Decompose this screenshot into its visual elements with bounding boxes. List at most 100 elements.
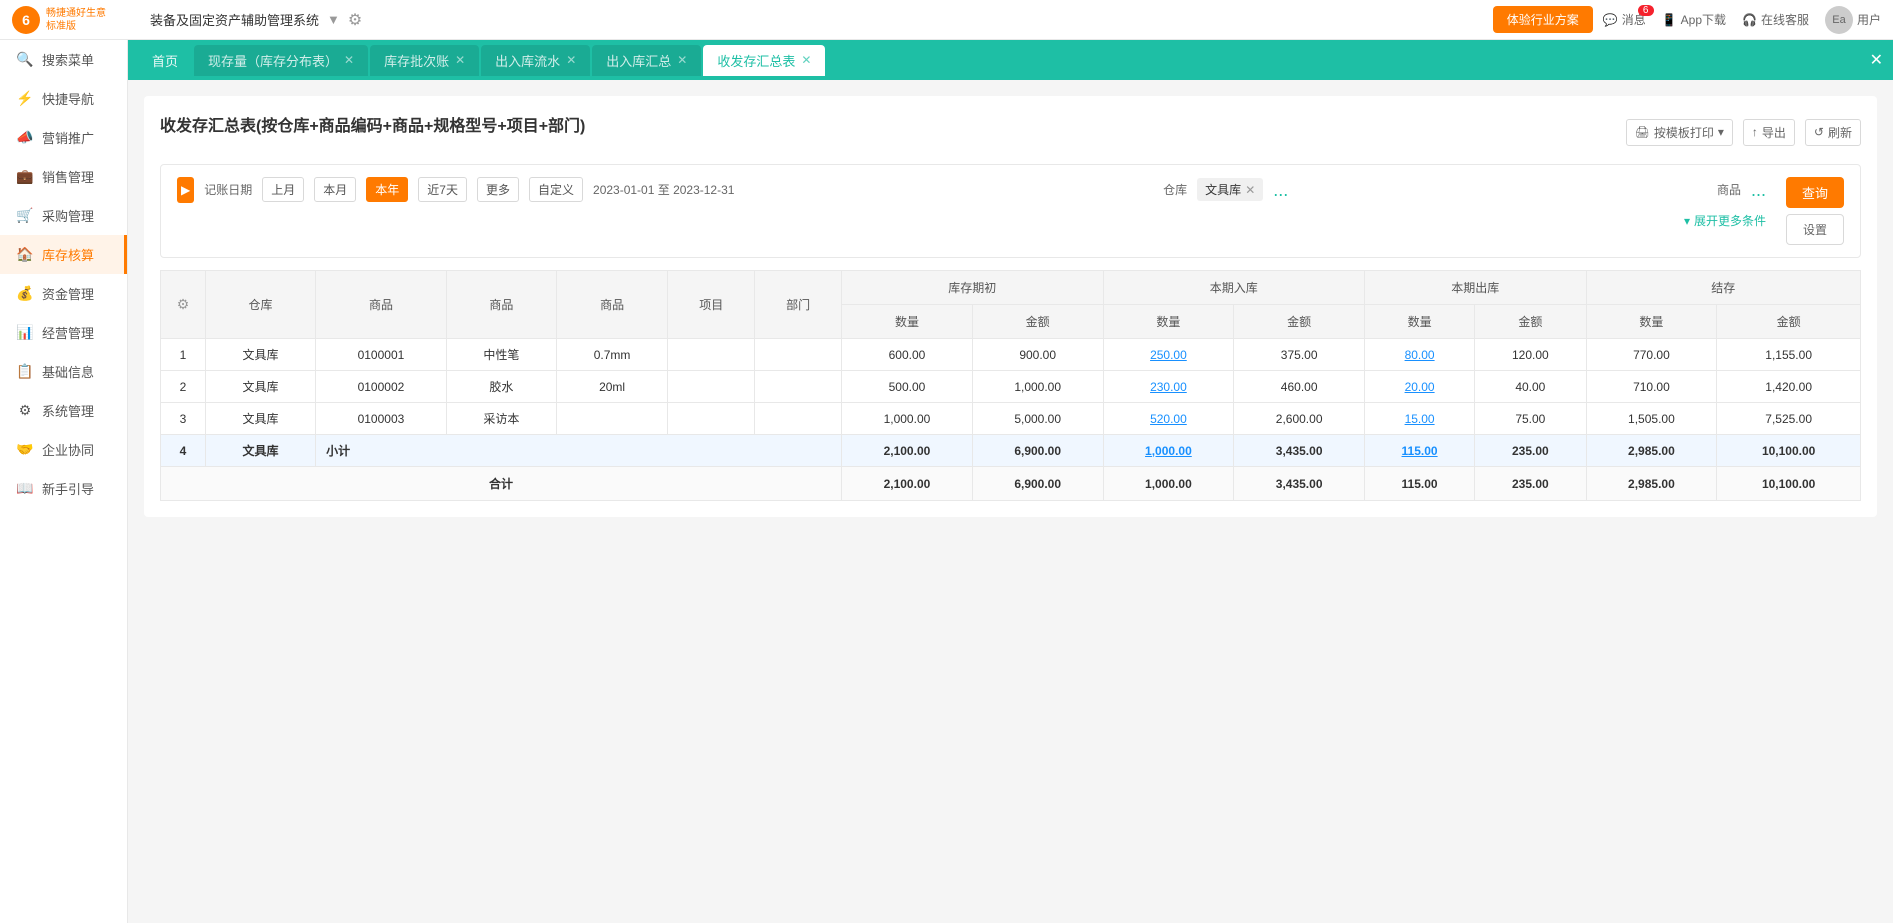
export-icon: ↑ [1752,125,1758,139]
table-row: 2 文具库 0100002 胶水 20ml 500.00 1,000.00 23… [161,371,1861,403]
sidebar-item-search[interactable]: 🔍搜索菜单 [0,40,127,79]
tab-flow[interactable]: 出入库流水 ✕ [481,45,590,76]
table-settings-gear[interactable]: ⚙ [171,293,195,317]
tab-close-summary[interactable]: ✕ [677,53,687,67]
system-title-text: 装备及固定资产辅助管理系统 [150,10,319,29]
query-btn[interactable]: 查询 [1786,177,1844,208]
tab-close-flow[interactable]: ✕ [566,53,576,67]
sidebar-item-sales[interactable]: 💼销售管理 [0,157,127,196]
date-btn-last-month[interactable]: 上月 [262,177,304,202]
expand-btn[interactable]: ▾ 展开更多条件 [1684,212,1766,229]
row-out-qty[interactable]: 20.00 [1365,371,1475,403]
avatar: Ea [1825,6,1853,34]
dropdown-icon[interactable]: ▼ [327,12,340,27]
date-range: 2023-01-01 至 2023-12-31 [593,181,734,198]
sidebar-item-quick[interactable]: ⚡快捷导航 [0,79,127,118]
user-item[interactable]: Ea 用户 [1825,6,1881,34]
print-btn[interactable]: 🖨 按模板打印 ▾ [1626,119,1733,146]
th-bal-amt: 金额 [1717,305,1861,339]
row-bal-amt: 7,525.00 [1717,403,1861,435]
sidebar-item-inventory[interactable]: 🏠库存核算 [0,235,127,274]
tab-close-receive-send[interactable]: ✕ [801,53,811,67]
page-content: 收发存汇总表(按仓库+商品编码+商品+规格型号+项目+部门) 🖨 按模板打印 ▾… [128,80,1893,923]
tab-summary[interactable]: 出入库汇总 ✕ [592,45,701,76]
row-project [668,371,755,403]
sub-label: 小计 [316,435,842,467]
row-warehouse: 文具库 [206,403,316,435]
warehouse-label: 仓库 [1163,181,1187,198]
tab-stock-dist[interactable]: 现存量（库存分布表） ✕ [194,45,368,76]
date-btn-custom[interactable]: 自定义 [529,177,583,202]
sub-in-qty[interactable]: 1,000.00 [1103,435,1234,467]
sidebar-item-finance[interactable]: 💰资金管理 [0,274,127,313]
sidebar-item-marketing[interactable]: 📣营销推广 [0,118,127,157]
tab-receive-send[interactable]: 收发存汇总表 ✕ [703,45,825,76]
sidebar-label-search: 搜索菜单 [42,50,94,69]
tab-close-batch[interactable]: ✕ [455,53,465,67]
row-out-amt: 40.00 [1475,371,1586,403]
online-service-item[interactable]: 🎧 在线客服 [1742,11,1809,28]
system-title: 装备及固定资产辅助管理系统 ▼ ⚙ [150,10,1483,30]
row-in-qty[interactable]: 520.00 [1103,403,1234,435]
enterprise-icon: 🤝 [16,441,34,458]
th-out-amt: 金额 [1475,305,1586,339]
row-open-qty: 1,000.00 [842,403,973,435]
message-icon-item[interactable]: 💬 消息 6 [1603,11,1646,28]
row-in-qty[interactable]: 250.00 [1103,339,1234,371]
date-btn-more[interactable]: 更多 [477,177,519,202]
goods-label: 商品 [1717,181,1741,198]
th-out-qty: 数量 [1365,305,1475,339]
row-no: 1 [161,339,206,371]
settings-icon[interactable]: ⚙ [348,10,362,30]
sidebar-label-newbie: 新手引导 [42,479,94,498]
settings-btn[interactable]: 设置 [1786,214,1844,245]
export-btn[interactable]: ↑ 导出 [1743,119,1795,146]
row-out-qty[interactable]: 80.00 [1365,339,1475,371]
date-btn-this-year[interactable]: 本年 [366,177,408,202]
sidebar: 🔍搜索菜单⚡快捷导航📣营销推广💼销售管理🛒采购管理🏠库存核算💰资金管理📊经营管理… [0,40,128,923]
app-download-item[interactable]: 📱 App下载 [1662,11,1726,28]
th-in-amt: 金额 [1234,305,1365,339]
date-btn-this-month[interactable]: 本月 [314,177,356,202]
date-btn-7days[interactable]: 近7天 [418,177,467,202]
goods-more[interactable]: ... [1751,181,1766,199]
sidebar-label-finance: 资金管理 [42,284,94,303]
sub-out-amt: 235.00 [1475,435,1586,467]
sidebar-label-sales: 销售管理 [42,167,94,186]
tab-home[interactable]: 首页 [138,45,192,76]
warehouse-more[interactable]: ... [1273,181,1288,199]
filter-row-date: 记账日期 上月 本月 本年 近7天 更多 自定义 2023-01-01 至 20… [204,177,1766,202]
sub-bal-amt: 10,100.00 [1717,435,1861,467]
sidebar-item-enterprise[interactable]: 🤝企业协同 [0,430,127,469]
row-department [755,371,842,403]
footer-out-amt: 235.00 [1475,467,1586,501]
row-out-amt: 75.00 [1475,403,1586,435]
table-row: 1 文具库 0100001 中性笔 0.7mm 600.00 900.00 25… [161,339,1861,371]
row-goods-spec: 20ml [556,371,667,403]
sidebar-item-newbie[interactable]: 📖新手引导 [0,469,127,508]
refresh-btn[interactable]: ↺ 刷新 [1805,119,1861,146]
footer-bal-qty: 2,985.00 [1586,467,1717,501]
sidebar-item-basic[interactable]: 📋基础信息 [0,352,127,391]
tab-batch[interactable]: 库存批次账 ✕ [370,45,479,76]
row-in-qty[interactable]: 230.00 [1103,371,1234,403]
subtotal-row: 4 文具库 小计 2,100.00 6,900.00 1,000.00 3,43… [161,435,1861,467]
sidebar-item-system[interactable]: ⚙系统管理 [0,391,127,430]
row-bal-amt: 1,420.00 [1717,371,1861,403]
page-title: 收发存汇总表(按仓库+商品编码+商品+规格型号+项目+部门) [160,112,585,136]
sub-out-qty[interactable]: 115.00 [1365,435,1475,467]
th-bal-qty: 数量 [1586,305,1717,339]
row-out-qty[interactable]: 15.00 [1365,403,1475,435]
headset-icon: 🎧 [1742,13,1757,27]
trial-btn[interactable]: 体验行业方案 [1493,6,1593,33]
warehouse-tag-close[interactable]: ✕ [1245,183,1255,197]
sidebar-item-purchase[interactable]: 🛒采购管理 [0,196,127,235]
tab-close-stock-dist[interactable]: ✕ [344,53,354,67]
filter-toggle-btn[interactable]: ▶ [177,177,194,203]
print-dropdown-icon: ▾ [1718,125,1724,139]
message-badge: 6 [1638,5,1654,16]
logo-area: 6 畅捷通好生意 标准版 [12,6,140,34]
sidebar-item-operations[interactable]: 📊经营管理 [0,313,127,352]
footer-bal-amt: 10,100.00 [1717,467,1861,501]
tab-bar-close[interactable]: ✕ [1870,50,1883,70]
